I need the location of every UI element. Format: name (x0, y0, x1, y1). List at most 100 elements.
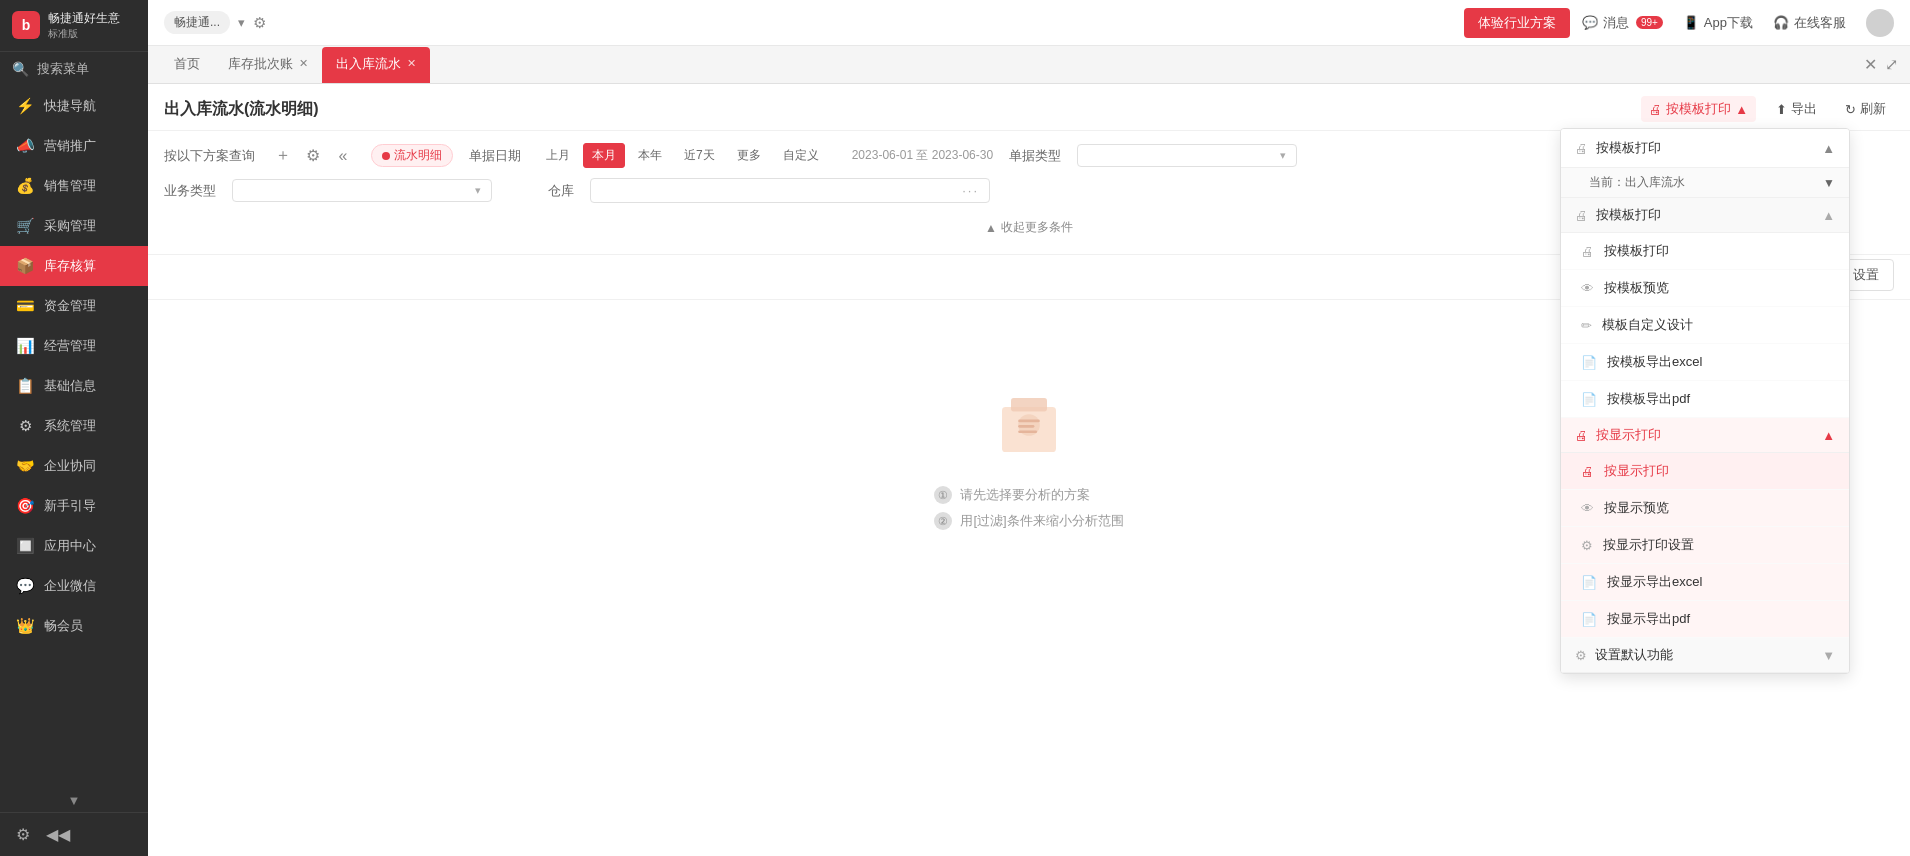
sidebar-nav: ⚡ 快捷导航 📣 营销推广 💰 销售管理 🛒 采购管理 📦 库存核算 💳 资金管… (0, 86, 148, 789)
sidebar: b 畅捷通好生意 标准版 🔍 搜索菜单 ⚡ 快捷导航 📣 营销推广 💰 销售管理… (0, 0, 148, 856)
template-excel-item[interactable]: 📄 按模板导出excel (1561, 344, 1849, 381)
filter-settings-icon[interactable]: ⚙ (301, 144, 325, 168)
display-print-item[interactable]: 🖨 按显示打印 (1561, 453, 1849, 490)
export-button[interactable]: ⬆ 导出 (1768, 96, 1825, 122)
export-label: 导出 (1791, 100, 1817, 118)
filter-collapse-icon[interactable]: « (331, 144, 355, 168)
display-preview-item[interactable]: 👁 按显示预览 (1561, 490, 1849, 527)
display-excel-label: 按显示导出excel (1607, 573, 1702, 591)
sidebar-item-operations[interactable]: 📊 经营管理 (0, 326, 148, 366)
sidebar-item-finance[interactable]: 💳 资金管理 (0, 286, 148, 326)
message-button[interactable]: 💬 消息 99+ (1582, 14, 1663, 32)
online-service-button[interactable]: 🎧 在线客服 (1773, 14, 1846, 32)
sidebar-item-label: 经营管理 (44, 337, 132, 355)
dropdown-current-label[interactable]: 当前：出入库流水 ▼ (1561, 168, 1849, 198)
user-name[interactable]: 畅捷通... (164, 11, 230, 34)
sidebar-item-app-center[interactable]: 🔲 应用中心 (0, 526, 148, 566)
template-print-item[interactable]: 🖨 按模板打印 (1561, 233, 1849, 270)
tab-in-out-flow-close[interactable]: ✕ (407, 57, 416, 70)
header-user-area: 畅捷通... ▾ ⚙ (164, 11, 1452, 34)
sidebar-item-basic-info[interactable]: 📋 基础信息 (0, 366, 148, 406)
sidebar-item-label: 企业协同 (44, 457, 132, 475)
enterprise-wechat-icon: 💬 (16, 577, 34, 595)
date-btn-more[interactable]: 更多 (728, 143, 770, 168)
tab-in-out-flow[interactable]: 出入库流水 ✕ (322, 47, 430, 83)
bill-type-label: 单据类型 (1009, 147, 1061, 165)
sidebar-item-marketing[interactable]: 📣 营销推广 (0, 126, 148, 166)
dropdown-bottom-settings[interactable]: ⚙ 设置默认功能 ▼ (1561, 638, 1849, 673)
bill-type-select[interactable]: ▾ (1077, 144, 1297, 167)
display-print-settings-item[interactable]: ⚙ 按显示打印设置 (1561, 527, 1849, 564)
export-icon: ⬆ (1776, 102, 1787, 117)
dropdown-template-section: 🖨 按模板打印 ▲ 🖨 按模板打印 👁 按模板预览 ✏ (1561, 198, 1849, 418)
tab-inventory-batch[interactable]: 库存批次账 ✕ (214, 47, 322, 83)
dropdown-display-section: 🖨 按显示打印 ▲ 🖨 按显示打印 👁 按显示预览 ⚙ (1561, 418, 1849, 638)
page-actions: 🖨 按模板打印 ▲ ⬆ 导出 ↻ 刷新 (1641, 96, 1894, 122)
template-pdf-item[interactable]: 📄 按模板导出pdf (1561, 381, 1849, 418)
template-preview-icon: 👁 (1581, 281, 1594, 296)
user-dropdown-icon[interactable]: ▾ (238, 15, 245, 30)
refresh-button[interactable]: ↻ 刷新 (1837, 96, 1894, 122)
template-section-icon: 🖨 (1575, 208, 1588, 223)
date-btn-custom[interactable]: 自定义 (774, 143, 828, 168)
app-download-button[interactable]: 📱 App下载 (1683, 14, 1753, 32)
inventory-icon: 📦 (16, 257, 34, 275)
template-custom-label: 模板自定义设计 (1602, 316, 1693, 334)
sidebar-item-newbie[interactable]: 🎯 新手引导 (0, 486, 148, 526)
tab-inventory-batch-close[interactable]: ✕ (299, 57, 308, 70)
template-custom-item[interactable]: ✏ 模板自定义设计 (1561, 307, 1849, 344)
date-btn-last-month[interactable]: 上月 (537, 143, 579, 168)
sidebar-item-label: 应用中心 (44, 537, 132, 555)
tab-home[interactable]: 首页 (160, 47, 214, 83)
print-template-icon: 🖨 (1649, 102, 1662, 117)
warehouse-select[interactable]: ··· (590, 178, 990, 203)
dropdown-print-icon: 🖨 (1575, 141, 1588, 156)
display-excel-item[interactable]: 📄 按显示导出excel (1561, 564, 1849, 601)
tab-expand-icon[interactable]: ⤢ (1885, 55, 1898, 74)
template-print-label: 按模板打印 (1604, 242, 1669, 260)
operations-icon: 📊 (16, 337, 34, 355)
sidebar-search[interactable]: 🔍 搜索菜单 (0, 52, 148, 86)
filter-add-icon[interactable]: ＋ (271, 144, 295, 168)
user-avatar[interactable] (1866, 9, 1894, 37)
sidebar-item-enterprise-collab[interactable]: 🤝 企业协同 (0, 446, 148, 486)
sidebar-item-vip[interactable]: 👑 畅会员 (0, 606, 148, 646)
display-pdf-icon: 📄 (1581, 612, 1597, 627)
content: 出入库流水(流水明细) 🖨 按模板打印 ▲ ⬆ 导出 ↻ 刷新 (148, 84, 1910, 856)
sidebar-item-system[interactable]: ⚙ 系统管理 (0, 406, 148, 446)
sidebar-scroll-down[interactable]: ▼ (0, 789, 148, 812)
warehouse-more-icon[interactable]: ··· (962, 183, 979, 198)
business-type-select[interactable]: ▾ (232, 179, 492, 202)
newbie-icon: 🎯 (16, 497, 34, 515)
sidebar-item-label: 企业微信 (44, 577, 132, 595)
sidebar-item-label: 营销推广 (44, 137, 132, 155)
tab-close-all-icon[interactable]: ✕ (1864, 55, 1877, 74)
display-pdf-item[interactable]: 📄 按显示导出pdf (1561, 601, 1849, 638)
display-section-arrow: ▲ (1822, 428, 1835, 443)
header-gear-icon[interactable]: ⚙ (253, 14, 266, 32)
date-btn-7days[interactable]: 近7天 (675, 143, 724, 168)
dropdown-up-arrow[interactable]: ▲ (1822, 141, 1835, 156)
settings-icon[interactable]: ⚙ (16, 825, 30, 844)
business-type-label: 业务类型 (164, 182, 216, 200)
date-btn-this-month[interactable]: 本月 (583, 143, 625, 168)
sidebar-item-quick-nav[interactable]: ⚡ 快捷导航 (0, 86, 148, 126)
sidebar-item-purchase[interactable]: 🛒 采购管理 (0, 206, 148, 246)
print-template-button[interactable]: 🖨 按模板打印 ▲ (1641, 96, 1756, 122)
bottom-settings-icon: ⚙ (1575, 648, 1587, 663)
trial-button[interactable]: 体验行业方案 (1464, 8, 1570, 38)
sidebar-item-enterprise-wechat[interactable]: 💬 企业微信 (0, 566, 148, 606)
business-type-arrow: ▾ (475, 184, 481, 197)
sidebar-item-sales[interactable]: 💰 销售管理 (0, 166, 148, 206)
sidebar-item-inventory[interactable]: 📦 库存核算 (0, 246, 148, 286)
collapse-sidebar-icon[interactable]: ◀◀ (46, 825, 70, 844)
date-btn-this-year[interactable]: 本年 (629, 143, 671, 168)
sidebar-item-label: 库存核算 (44, 257, 132, 275)
sidebar-item-label: 采购管理 (44, 217, 132, 235)
system-icon: ⚙ (16, 417, 34, 435)
page-container: 出入库流水(流水明细) 🖨 按模板打印 ▲ ⬆ 导出 ↻ 刷新 (148, 84, 1910, 856)
filter-active-tag[interactable]: 流水明细 (371, 144, 453, 167)
display-preview-icon: 👁 (1581, 501, 1594, 516)
tab-bar: 首页 库存批次账 ✕ 出入库流水 ✕ ✕ ⤢ (148, 46, 1910, 84)
template-preview-item[interactable]: 👁 按模板预览 (1561, 270, 1849, 307)
